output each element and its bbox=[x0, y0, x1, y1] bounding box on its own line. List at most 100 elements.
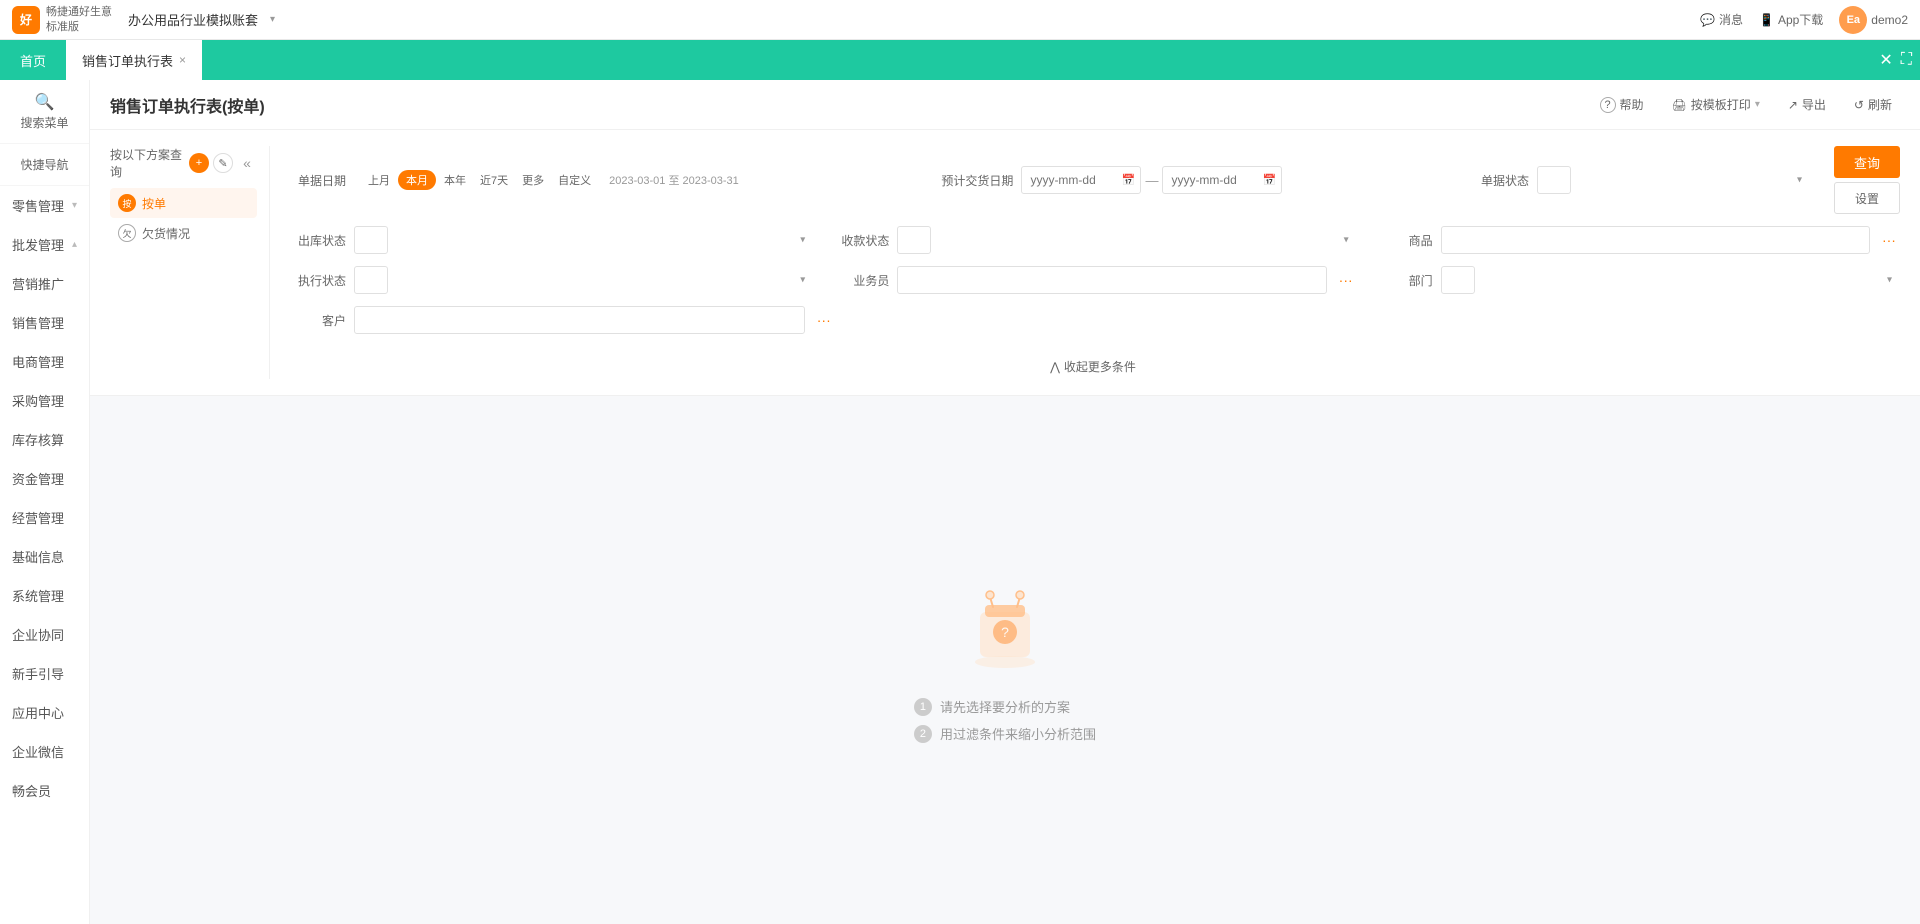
print-icon: 🖨 bbox=[1672, 98, 1687, 112]
delivery-status-select[interactable] bbox=[354, 226, 388, 254]
sidebar-item-inventory[interactable]: 库存核算 bbox=[0, 420, 89, 459]
app-title: 办公用品行业模拟账套 bbox=[128, 10, 258, 29]
sidebar-item-wholesale[interactable]: 批发管理 bbox=[0, 225, 89, 264]
content: 销售订单执行表(按单) ? 帮助 🖨 按模板打印 ▾ ↗ 导出 ↺ 刷新 bbox=[90, 80, 1920, 924]
customer-more-icon[interactable]: ··· bbox=[813, 312, 835, 328]
tip-num-1: 1 bbox=[914, 698, 932, 716]
add-scheme-btn[interactable]: + bbox=[189, 153, 209, 173]
collapse-up-icon: ⋀ bbox=[1050, 360, 1060, 374]
user-area[interactable]: Ea demo2 bbox=[1839, 6, 1908, 34]
help-btn[interactable]: ? 帮助 bbox=[1592, 92, 1652, 117]
page-header: 销售订单执行表(按单) ? 帮助 🖨 按模板打印 ▾ ↗ 导出 ↺ 刷新 bbox=[90, 80, 1920, 130]
topbar-right: 💬 消息 📱 App下载 Ea demo2 bbox=[1700, 6, 1908, 34]
sidebar-item-wechat[interactable]: 企业微信 bbox=[0, 732, 89, 771]
expected-date-label: 预计交货日期 bbox=[941, 172, 1013, 189]
tab-sales-order[interactable]: 销售订单执行表 × bbox=[66, 40, 202, 80]
app-title-dropdown[interactable]: ▾ bbox=[270, 14, 275, 25]
edit-scheme-btn[interactable]: ✎ bbox=[213, 153, 233, 173]
setting-button[interactable]: 设置 bbox=[1834, 182, 1900, 214]
status-label: 单据状态 bbox=[1469, 172, 1529, 189]
scheme-debt-icon: 欠 bbox=[118, 224, 136, 242]
page-actions: ? 帮助 🖨 按模板打印 ▾ ↗ 导出 ↺ 刷新 bbox=[1592, 92, 1900, 117]
scheme-item-debt[interactable]: 欠 欠货情况 bbox=[110, 218, 257, 248]
department-label: 部门 bbox=[1373, 272, 1433, 289]
scheme-order-icon: 按 bbox=[118, 194, 136, 212]
sidebar-search-item[interactable]: 🔍 搜索菜单 bbox=[0, 80, 89, 144]
app-download-btn[interactable]: 📱 App下载 bbox=[1759, 11, 1823, 28]
sidebar-item-marketing[interactable]: 营销推广 bbox=[0, 264, 89, 303]
product-input[interactable] bbox=[1441, 226, 1870, 254]
sidebar-item-sales[interactable]: 销售管理 bbox=[0, 303, 89, 342]
sidebar-item-cooperation[interactable]: 企业协同 bbox=[0, 615, 89, 654]
sidebar-item-retail[interactable]: 零售管理 bbox=[0, 186, 89, 225]
window-expand-icon[interactable]: ⛶ bbox=[1901, 51, 1912, 69]
sidebar-item-system[interactable]: 系统管理 bbox=[0, 576, 89, 615]
tip-num-2: 2 bbox=[914, 725, 932, 743]
status-select[interactable] bbox=[1537, 166, 1571, 194]
sidebar-item-ecommerce[interactable]: 电商管理 bbox=[0, 342, 89, 381]
tabbar-right: ✕ ⛶ bbox=[1879, 50, 1920, 70]
date-btn-more[interactable]: 更多 bbox=[516, 170, 550, 190]
department-select[interactable] bbox=[1441, 266, 1475, 294]
page-title: 销售订单执行表(按单) bbox=[110, 93, 265, 117]
collapse-more-btn[interactable]: ⋀ 收起更多条件 bbox=[1038, 354, 1148, 379]
date-btn-custom[interactable]: 自定义 bbox=[552, 170, 597, 190]
export-btn[interactable]: ↗ 导出 bbox=[1780, 92, 1834, 117]
filter-scheme-panel: 按以下方案查询 + ✎ « 按 按单 欠 欠货情况 bbox=[110, 146, 270, 379]
filter-row-4: 客户 ··· bbox=[286, 306, 1900, 334]
filter-row-2: 出库状态 收款状态 bbox=[286, 226, 1900, 254]
message-btn[interactable]: 💬 消息 bbox=[1700, 11, 1743, 28]
sidebar-item-purchase[interactable]: 采购管理 bbox=[0, 381, 89, 420]
product-more-icon[interactable]: ··· bbox=[1878, 232, 1900, 248]
scheme-header: 按以下方案查询 + ✎ « bbox=[110, 146, 257, 180]
date-btn-7days[interactable]: 近7天 bbox=[474, 170, 514, 190]
payment-status-select[interactable] bbox=[897, 226, 931, 254]
payment-status-group: 收款状态 bbox=[829, 226, 1356, 254]
payment-status-wrapper bbox=[897, 226, 1356, 254]
logo-area: 好 畅捷通好生意 标准版 bbox=[12, 5, 112, 34]
status-group: 单据状态 bbox=[1469, 166, 1810, 194]
sidebar-item-member[interactable]: 畅会员 bbox=[0, 771, 89, 810]
expected-date-to-wrapper bbox=[1162, 166, 1282, 194]
date-separator: — bbox=[1145, 173, 1158, 188]
salesperson-input[interactable] bbox=[897, 266, 1326, 294]
date-btn-current-month[interactable]: 本月 bbox=[398, 170, 436, 190]
search-button[interactable]: 查询 bbox=[1834, 146, 1900, 178]
expected-date-to-input[interactable] bbox=[1162, 166, 1282, 194]
refresh-btn[interactable]: ↺ 刷新 bbox=[1846, 92, 1900, 117]
sidebar-item-guide[interactable]: 新手引导 bbox=[0, 654, 89, 693]
date-group: 单据日期 上月 本月 本年 近7天 更多 自定义 2023-03-01 至 20… bbox=[286, 170, 925, 190]
empty-tips: 1 请先选择要分析的方案 2 用过滤条件来缩小分析范围 bbox=[914, 697, 1096, 743]
topbar: 好 畅捷通好生意 标准版 办公用品行业模拟账套 ▾ 💬 消息 📱 App下载 E… bbox=[0, 0, 1920, 40]
collapse-scheme-btn[interactable]: « bbox=[237, 153, 257, 173]
sidebar-item-operation[interactable]: 经营管理 bbox=[0, 498, 89, 537]
logo-icon: 好 bbox=[12, 6, 40, 34]
product-group: 商品 ··· bbox=[1373, 226, 1900, 254]
empty-state: ? 1 请先选择要分析的方案 2 用过滤条件来缩小分析范围 bbox=[90, 396, 1920, 924]
date-range-text: 2023-03-01 至 2023-03-31 bbox=[609, 172, 739, 188]
print-btn[interactable]: 🖨 按模板打印 ▾ bbox=[1664, 92, 1768, 117]
sidebar-item-finance[interactable]: 资金管理 bbox=[0, 459, 89, 498]
tab-close-icon[interactable]: × bbox=[179, 53, 186, 67]
expected-date-from-input[interactable] bbox=[1021, 166, 1141, 194]
date-label: 单据日期 bbox=[286, 172, 346, 189]
user-avatar: Ea bbox=[1839, 6, 1867, 34]
date-btn-last-month[interactable]: 上月 bbox=[362, 170, 396, 190]
customer-input[interactable] bbox=[354, 306, 805, 334]
sidebar-quick-nav[interactable]: 快捷导航 bbox=[0, 144, 89, 186]
salesperson-more-icon[interactable]: ··· bbox=[1335, 272, 1357, 288]
execution-status-select[interactable] bbox=[354, 266, 388, 294]
scheme-item-order[interactable]: 按 按单 bbox=[110, 188, 257, 218]
expected-date-group: 预计交货日期 — bbox=[941, 166, 1453, 194]
window-close-icon[interactable]: ✕ bbox=[1879, 50, 1892, 70]
sidebar-item-apps[interactable]: 应用中心 bbox=[0, 693, 89, 732]
delivery-status-wrapper bbox=[354, 226, 813, 254]
download-icon: 📱 bbox=[1759, 13, 1774, 27]
tab-home[interactable]: 首页 bbox=[0, 40, 66, 80]
empty-tip-2: 2 用过滤条件来缩小分析范围 bbox=[914, 724, 1096, 743]
sidebar-item-basic[interactable]: 基础信息 bbox=[0, 537, 89, 576]
topbar-left: 好 畅捷通好生意 标准版 办公用品行业模拟账套 ▾ bbox=[12, 5, 275, 34]
date-btn-current-year[interactable]: 本年 bbox=[438, 170, 472, 190]
status-select-wrapper bbox=[1537, 166, 1810, 194]
logo-text: 畅捷通好生意 标准版 bbox=[46, 5, 112, 34]
